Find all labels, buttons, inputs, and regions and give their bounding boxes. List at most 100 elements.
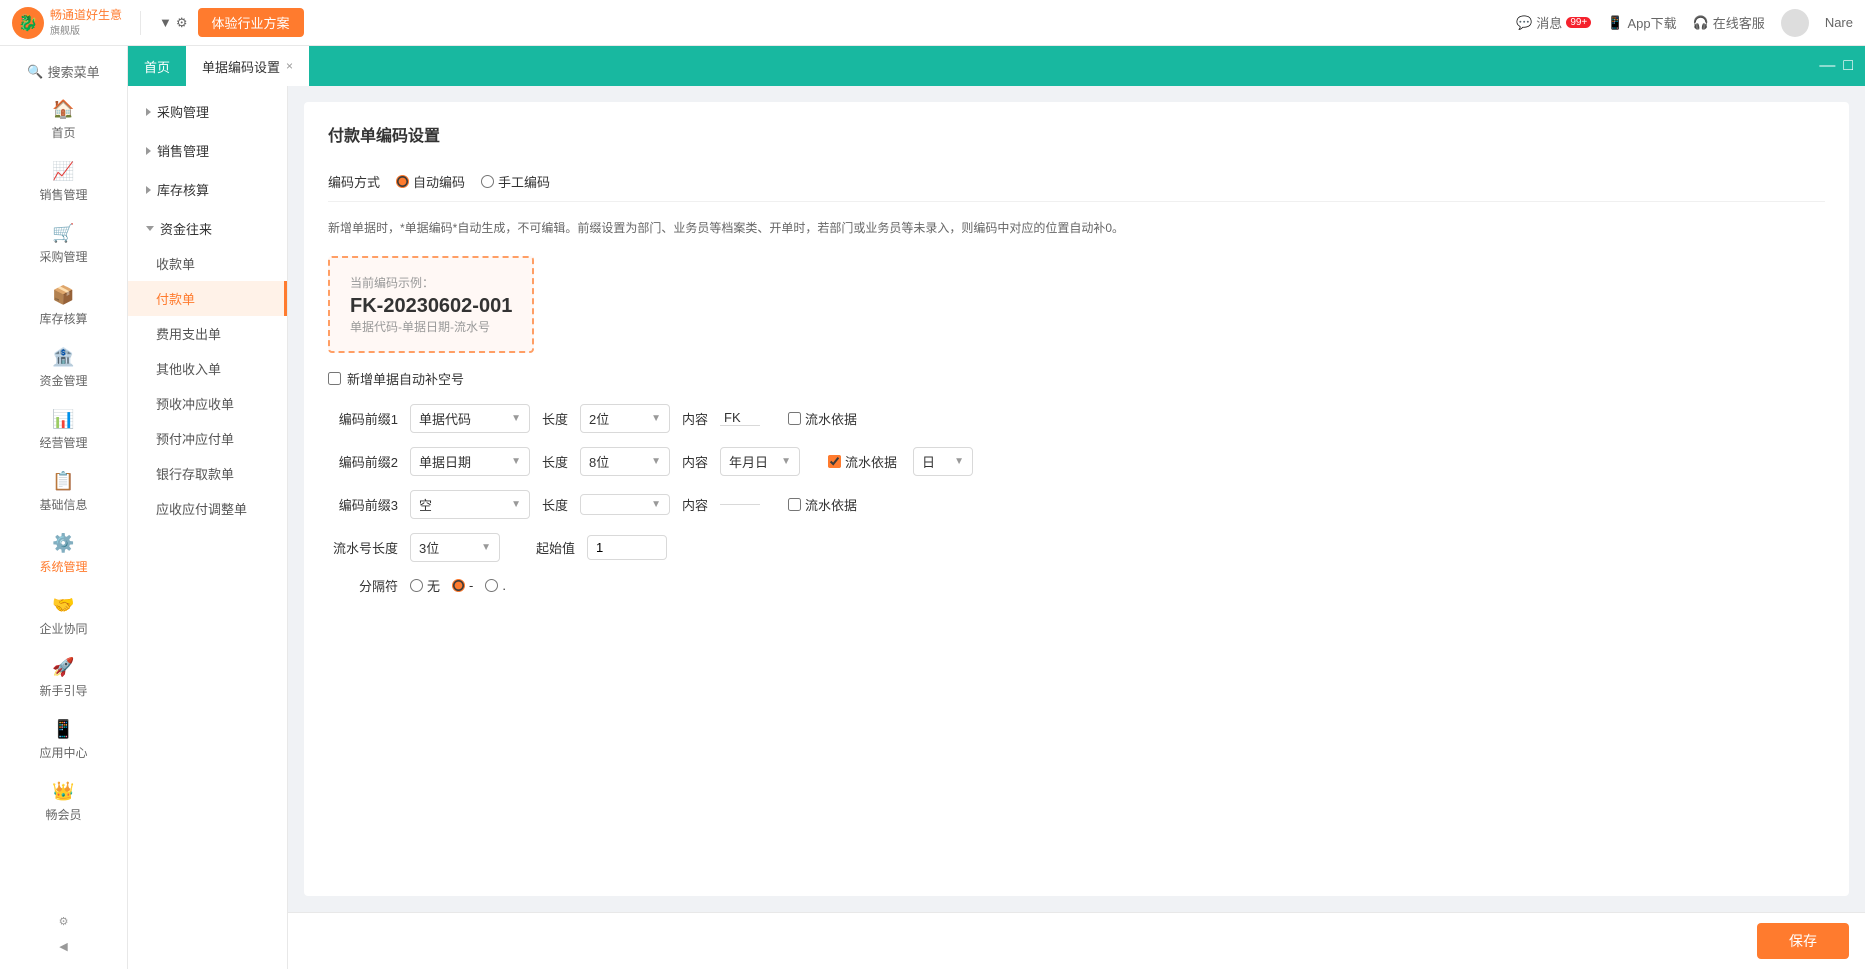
submenu-item-prepay-receivable[interactable]: 预收冲应收单 <box>128 386 287 421</box>
auto-code-radio[interactable]: 自动编码 <box>396 172 465 191</box>
apps-icon: 📱 <box>52 719 74 740</box>
sidebar-item-label: 采购管理 <box>39 248 87 265</box>
chevron-right-icon <box>146 108 151 116</box>
sidebar-settings-btn[interactable]: ⚙ <box>59 915 69 928</box>
submenu-item-prepay-payable[interactable]: 预付冲应付单 <box>128 421 287 456</box>
tab-close-btn[interactable]: × <box>286 59 293 73</box>
sep-none-input[interactable] <box>410 579 423 592</box>
sidebar-collapse-btn[interactable]: ◀ <box>59 940 67 953</box>
guide-icon: 🚀 <box>52 657 74 678</box>
submenu-item-payments[interactable]: 付款单 <box>128 281 287 316</box>
serial1-label: 流水依据 <box>805 409 857 428</box>
sidebar-item-operations[interactable]: 📊 经营管理 <box>0 399 127 461</box>
sidebar-item-label: 资金管理 <box>39 372 87 389</box>
serial2-unit-select[interactable]: 日 ▼ <box>913 447 973 476</box>
chevron-right-icon <box>146 147 151 155</box>
sidebar-item-guide[interactable]: 🚀 新手引导 <box>0 647 127 709</box>
app-download-btn[interactable]: 📱 App下载 <box>1607 13 1676 32</box>
logo-icon: 🐉 <box>12 7 44 39</box>
coding-method-row: 编码方式 自动编码 手工编码 <box>328 162 1825 202</box>
sidebar-item-label: 基础信息 <box>39 496 87 513</box>
settings-icon[interactable]: ⚙ <box>176 15 188 31</box>
sidebar-item-member[interactable]: 👑 畅会员 <box>0 771 127 833</box>
sidebar-item-label: 畅会员 <box>45 806 81 823</box>
sidebar-item-purchase[interactable]: 🛒 采购管理 <box>0 213 127 275</box>
sep-none-radio[interactable]: 无 <box>410 576 440 595</box>
submenu-item-receipts[interactable]: 收款单 <box>128 246 287 281</box>
sep-dot-radio[interactable]: . <box>485 578 506 593</box>
sidebar-item-system[interactable]: ⚙️ 系统管理 <box>0 523 127 585</box>
prefix2-value: 单据日期 <box>419 452 471 471</box>
manual-code-input[interactable] <box>481 175 494 188</box>
tabbar-actions: — □ <box>1819 57 1865 75</box>
sidebar-item-home[interactable]: 🏠 首页 <box>0 89 127 151</box>
sales-icon: 📈 <box>52 161 74 182</box>
sidebar-item-apps[interactable]: 📱 应用中心 <box>0 709 127 771</box>
submenu-item-other-income[interactable]: 其他收入单 <box>128 351 287 386</box>
serial-length-label: 流水号长度 <box>328 538 398 557</box>
message-btn[interactable]: 💬 消息 99+ <box>1516 13 1591 32</box>
length1-value: 2位 <box>589 409 609 428</box>
download-icon: 📱 <box>1607 15 1623 31</box>
sep-dash-radio[interactable]: - <box>452 578 473 593</box>
sep-dash-input[interactable] <box>452 579 465 592</box>
serial2-checkbox[interactable] <box>828 455 841 468</box>
auto-fill-checkbox[interactable] <box>328 372 341 385</box>
prefix1-select[interactable]: 单据代码 ▼ <box>410 404 530 433</box>
serial-length-select[interactable]: 3位 ▼ <box>410 533 500 562</box>
sidebar-item-basic[interactable]: 📋 基础信息 <box>0 461 127 523</box>
content3-value <box>720 504 760 505</box>
topbar-divider <box>140 11 141 35</box>
prefix3-select[interactable]: 空 ▼ <box>410 490 530 519</box>
sidebar-item-finance[interactable]: 🏦 资金管理 <box>0 337 127 399</box>
submenu-group-inventory-title[interactable]: 库存核算 <box>128 172 287 207</box>
serial3-checkbox[interactable] <box>788 498 801 511</box>
length2-select[interactable]: 8位 ▼ <box>580 447 670 476</box>
basic-icon: 📋 <box>52 471 74 492</box>
nav-dropdown[interactable]: ▼ <box>159 15 172 30</box>
sidebar-search[interactable]: 🔍 搜索菜单 <box>27 54 99 89</box>
online-service-btn[interactable]: 🎧 在线客服 <box>1693 13 1765 32</box>
preview-box: 当前编码示例： FK-20230602-001 单据代码-单据日期-流水号 <box>328 256 534 353</box>
sidebar-item-sales[interactable]: 📈 销售管理 <box>0 151 127 213</box>
tab-encoding-settings[interactable]: 单据编码设置 × <box>186 46 309 86</box>
serial1-checkbox[interactable] <box>788 412 801 425</box>
auto-code-input[interactable] <box>396 175 409 188</box>
submenu-item-expenses[interactable]: 费用支出单 <box>128 316 287 351</box>
trial-button[interactable]: 体验行业方案 <box>198 8 304 37</box>
dropdown-icon: ▼ <box>651 499 661 510</box>
length2-value: 8位 <box>589 452 609 471</box>
length1-select[interactable]: 2位 ▼ <box>580 404 670 433</box>
start-value-input[interactable] <box>587 535 667 560</box>
sidebar-item-enterprise[interactable]: 🤝 企业协同 <box>0 585 127 647</box>
serial2-label: 流水依据 <box>845 452 897 471</box>
submenu-item-bank[interactable]: 银行存取款单 <box>128 456 287 491</box>
description: 新增单据时，*单据编码*自动生成，不可编辑。前缀设置为部门、业务员等档案类、开单… <box>328 218 1825 240</box>
submenu-item-ap-ar-adjust[interactable]: 应收应付调整单 <box>128 491 287 526</box>
minimize-btn[interactable]: — <box>1819 57 1835 75</box>
maximize-btn[interactable]: □ <box>1843 57 1853 75</box>
submenu-group-capital-title[interactable]: 资金往来 <box>128 211 287 246</box>
content2-select[interactable]: 年月日 ▼ <box>720 447 800 476</box>
content3-label: 内容 <box>682 495 708 514</box>
submenu-group-purchase-title[interactable]: 采购管理 <box>128 94 287 129</box>
sep-dot-label: . <box>502 578 506 593</box>
manual-code-radio[interactable]: 手工编码 <box>481 172 550 191</box>
message-label: 消息 <box>1536 13 1562 32</box>
topbar-nav[interactable]: ▼ ⚙ <box>159 15 188 31</box>
tab-home[interactable]: 首页 <box>128 46 186 86</box>
finance-icon: 🏦 <box>52 347 74 368</box>
serial3-checkbox-row: 流水依据 <box>788 495 857 514</box>
length3-select[interactable]: ▼ <box>580 494 670 515</box>
auto-code-label: 自动编码 <box>413 172 465 191</box>
avatar[interactable] <box>1781 9 1809 37</box>
page-title: 付款单编码设置 <box>328 122 1825 146</box>
sidebar-item-label: 销售管理 <box>39 186 87 203</box>
sep-dot-input[interactable] <box>485 579 498 592</box>
submenu-group-sales-label: 销售管理 <box>157 141 209 160</box>
submenu-group-sales-title[interactable]: 销售管理 <box>128 133 287 168</box>
sidebar-item-inventory[interactable]: 📦 库存核算 <box>0 275 127 337</box>
sidebar-item-label: 企业协同 <box>39 620 87 637</box>
save-button[interactable]: 保存 <box>1757 923 1849 959</box>
prefix2-select[interactable]: 单据日期 ▼ <box>410 447 530 476</box>
